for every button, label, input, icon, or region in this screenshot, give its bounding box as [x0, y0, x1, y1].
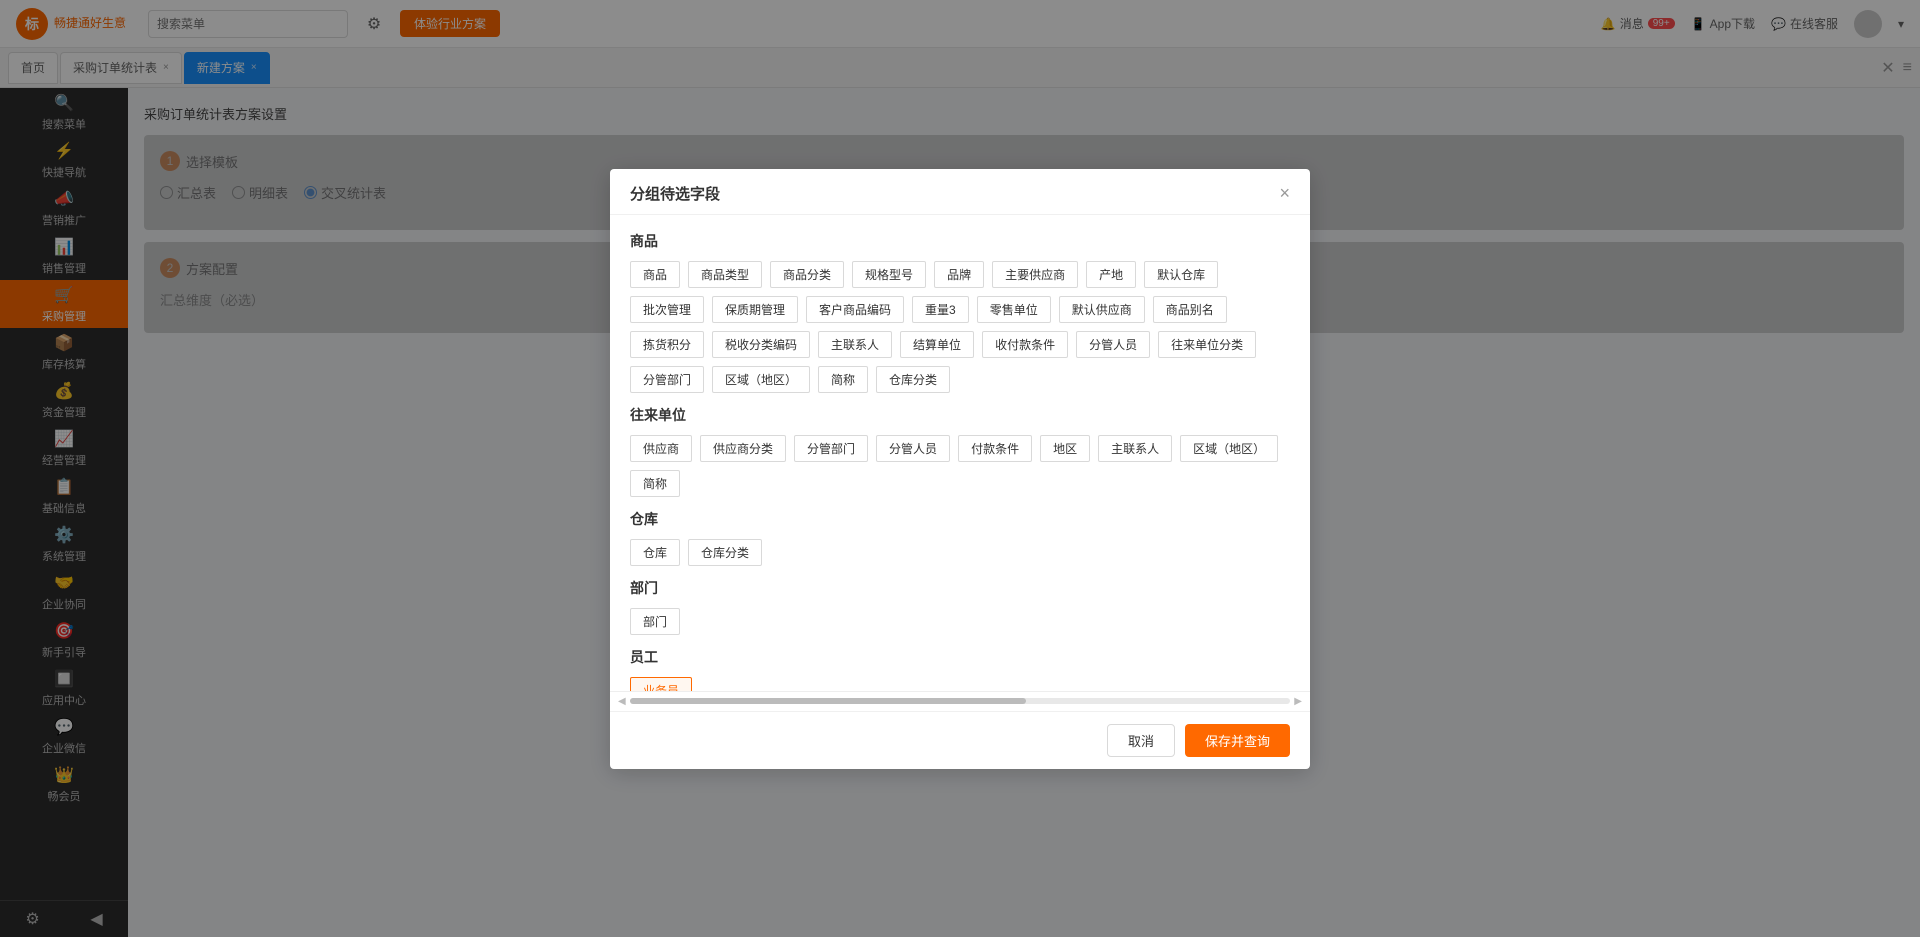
field-chip[interactable]: 区域（地区）: [1180, 435, 1278, 462]
field-chip[interactable]: 规格型号: [852, 261, 926, 288]
field-chip[interactable]: 商品: [630, 261, 680, 288]
cancel-button[interactable]: 取消: [1107, 724, 1175, 757]
scroll-left-arrow[interactable]: ◀: [618, 696, 626, 707]
fields-grid-product: 商品 商品类型 商品分类 规格型号 品牌 主要供应商 产地 默认仓库 批次管理 …: [630, 261, 1290, 393]
field-chip[interactable]: 简称: [818, 366, 868, 393]
field-chip[interactable]: 零售单位: [977, 296, 1051, 323]
field-chip[interactable]: 分管部门: [630, 366, 704, 393]
modal-close-btn[interactable]: ×: [1279, 184, 1290, 202]
group-title-product: 商品: [630, 231, 1290, 251]
field-chip[interactable]: 客户商品编码: [806, 296, 904, 323]
field-chip[interactable]: 结算单位: [900, 331, 974, 358]
field-chip-employee-selected[interactable]: 业务员: [630, 677, 692, 691]
modal-body[interactable]: 商品 商品 商品类型 商品分类 规格型号 品牌 主要供应商 产地 默认仓库 批次…: [610, 215, 1310, 691]
field-chip[interactable]: 拣货积分: [630, 331, 704, 358]
modal-header: 分组待选字段 ×: [610, 169, 1310, 215]
modal-footer: 取消 保存并查询: [610, 711, 1310, 769]
field-select-modal: 分组待选字段 × 商品 商品 商品类型 商品分类 规格型号 品牌 主要供应商 产…: [610, 169, 1310, 769]
field-chip[interactable]: 供应商: [630, 435, 692, 462]
field-chip[interactable]: 商品别名: [1153, 296, 1227, 323]
group-title-contact: 往来单位: [630, 405, 1290, 425]
field-chip[interactable]: 供应商分类: [700, 435, 786, 462]
group-title-employee: 员工: [630, 647, 1290, 667]
fields-grid-employee: 业务员: [630, 677, 1290, 691]
field-chip[interactable]: 保质期管理: [712, 296, 798, 323]
fields-grid-warehouse: 仓库 仓库分类: [630, 539, 1290, 566]
field-chip[interactable]: 默认仓库: [1144, 261, 1218, 288]
field-chip[interactable]: 区域（地区）: [712, 366, 810, 393]
field-chip[interactable]: 批次管理: [630, 296, 704, 323]
field-chip[interactable]: 产地: [1086, 261, 1136, 288]
field-chip[interactable]: 主联系人: [818, 331, 892, 358]
field-chip[interactable]: 分管人员: [1076, 331, 1150, 358]
field-chip[interactable]: 税收分类编码: [712, 331, 810, 358]
field-chip[interactable]: 主联系人: [1098, 435, 1172, 462]
field-chip[interactable]: 简称: [630, 470, 680, 497]
field-chip[interactable]: 仓库分类: [876, 366, 950, 393]
confirm-button[interactable]: 保存并查询: [1185, 724, 1290, 757]
field-chip[interactable]: 分管人员: [876, 435, 950, 462]
field-chip[interactable]: 商品类型: [688, 261, 762, 288]
field-chip[interactable]: 商品分类: [770, 261, 844, 288]
field-chip[interactable]: 部门: [630, 608, 680, 635]
fields-grid-dept: 部门: [630, 608, 1290, 635]
field-chip[interactable]: 重量3: [912, 296, 969, 323]
field-chip[interactable]: 分管部门: [794, 435, 868, 462]
group-title-warehouse: 仓库: [630, 509, 1290, 529]
field-chip[interactable]: 收付款条件: [982, 331, 1068, 358]
fields-grid-contact: 供应商 供应商分类 分管部门 分管人员 付款条件 地区 主联系人 区域（地区） …: [630, 435, 1290, 497]
scroll-right-arrow[interactable]: ▶: [1294, 696, 1302, 707]
modal-hscroll: ◀ ▶: [610, 691, 1310, 711]
field-chip[interactable]: 仓库: [630, 539, 680, 566]
field-chip[interactable]: 主要供应商: [992, 261, 1078, 288]
hscroll-thumb: [630, 698, 1026, 704]
field-chip[interactable]: 付款条件: [958, 435, 1032, 462]
field-chip[interactable]: 默认供应商: [1059, 296, 1145, 323]
modal-title: 分组待选字段: [630, 183, 720, 204]
modal-overlay: 分组待选字段 × 商品 商品 商品类型 商品分类 规格型号 品牌 主要供应商 产…: [0, 0, 1920, 937]
hscroll-track: [630, 698, 1291, 704]
field-chip[interactable]: 地区: [1040, 435, 1090, 462]
field-chip[interactable]: 品牌: [934, 261, 984, 288]
field-chip[interactable]: 往来单位分类: [1158, 331, 1256, 358]
field-chip[interactable]: 仓库分类: [688, 539, 762, 566]
group-title-dept: 部门: [630, 578, 1290, 598]
